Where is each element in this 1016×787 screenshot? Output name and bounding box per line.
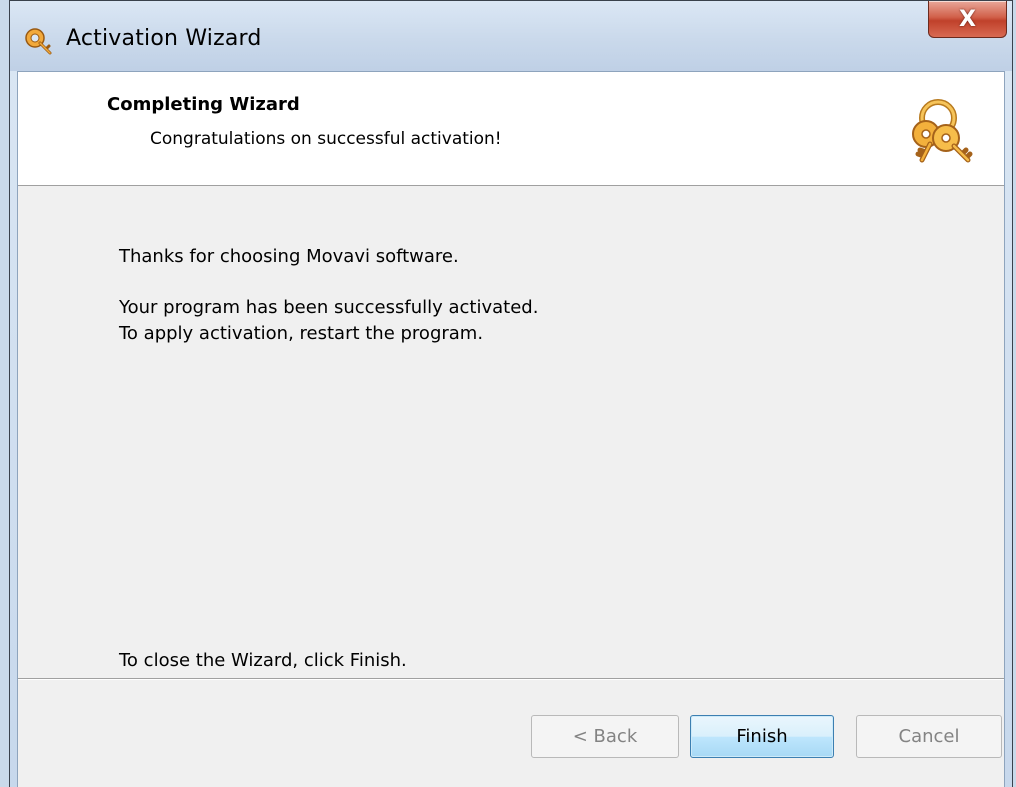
activation-wizard-window: Activation Wizard X Completing Wizard Co… [9,0,1013,787]
close-wizard-hint: To close the Wizard, click Finish. [119,650,407,671]
page-title: Completing Wizard [107,94,300,115]
thanks-text: Thanks for choosing Movavi software. [119,246,459,267]
finish-button[interactable]: Finish [690,715,834,758]
restart-instruction-text: To apply activation, restart the program… [119,323,484,344]
footer-divider [18,678,1004,680]
app-keys-icon [25,28,52,55]
wizard-client-area: Completing Wizard Congratulations on suc… [17,71,1005,787]
title-bar[interactable]: Activation Wizard X [10,1,1012,71]
close-icon: X [959,6,976,32]
window-title: Activation Wizard [66,26,262,51]
back-button[interactable]: < Back [531,715,679,758]
wizard-header: Completing Wizard Congratulations on suc… [18,72,1004,186]
cancel-button[interactable]: Cancel [856,715,1002,758]
page-subtitle: Congratulations on successful activation… [150,129,502,149]
keys-icon [912,99,973,163]
close-button[interactable]: X [928,1,1007,38]
activation-success-text: Your program has been successfully activ… [119,297,539,318]
